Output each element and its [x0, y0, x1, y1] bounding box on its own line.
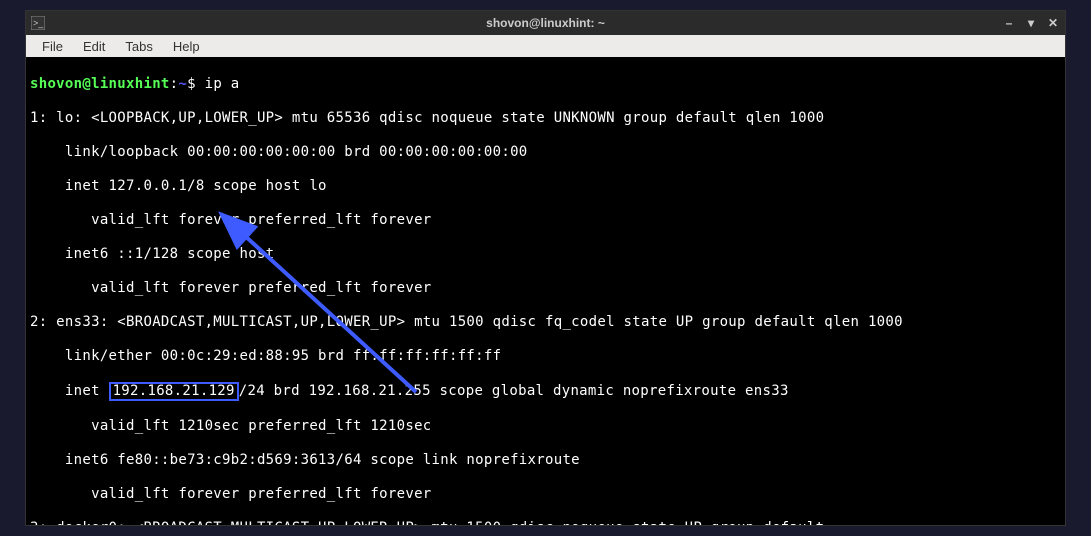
close-button[interactable]: ✕ [1045, 16, 1061, 30]
window-title: shovon@linuxhint: ~ [486, 16, 605, 30]
titlebar[interactable]: >_ shovon@linuxhint: ~ – ▾ ✕ [26, 11, 1065, 35]
terminal-line: link/ether 00:0c:29:ed:88:95 brd ff:ff:f… [30, 348, 1061, 365]
terminal-line: inet6 ::1/128 scope host [30, 246, 1061, 263]
prompt-user-host: shovon@linuxhint [30, 76, 170, 92]
terminal-line: valid_lft 1210sec preferred_lft 1210sec [30, 418, 1061, 435]
minimize-button[interactable]: – [1001, 16, 1017, 30]
terminal-line: link/loopback 00:00:00:00:00:00 brd 00:0… [30, 144, 1061, 161]
annotation-arrow-icon [206, 202, 436, 402]
terminal-line: shovon@linuxhint:~$ ip a [30, 76, 1061, 93]
terminal-line: 3: docker0: <BROADCAST,MULTICAST,UP,LOWE… [30, 520, 1061, 525]
terminal-line: 2: ens33: <BROADCAST,MULTICAST,UP,LOWER_… [30, 314, 1061, 331]
terminal-window: >_ shovon@linuxhint: ~ – ▾ ✕ File Edit T… [25, 10, 1066, 526]
terminal-line: inet 127.0.0.1/8 scope host lo [30, 178, 1061, 195]
terminal-line: valid_lft forever preferred_lft forever [30, 280, 1061, 297]
prompt-symbol: $ [187, 76, 196, 92]
menu-help[interactable]: Help [163, 37, 210, 56]
menu-file[interactable]: File [32, 37, 73, 56]
terminal-line: valid_lft forever preferred_lft forever [30, 486, 1061, 503]
command-text: ip a [205, 76, 240, 92]
line-prefix: inet [30, 383, 109, 399]
menu-tabs[interactable]: Tabs [115, 37, 162, 56]
window-controls: – ▾ ✕ [1001, 16, 1061, 30]
terminal-icon: >_ [30, 15, 46, 31]
svg-text:>_: >_ [33, 18, 44, 28]
line-suffix: /24 brd 192.168.21.255 scope global dyna… [239, 383, 789, 399]
terminal-output[interactable]: shovon@linuxhint:~$ ip a 1: lo: <LOOPBAC… [26, 57, 1065, 525]
terminal-line: 1: lo: <LOOPBACK,UP,LOWER_UP> mtu 65536 … [30, 110, 1061, 127]
terminal-line: inet 192.168.21.129/24 brd 192.168.21.25… [30, 382, 1061, 401]
terminal-line: inet6 fe80::be73:c9b2:d569:3613/64 scope… [30, 452, 1061, 469]
menu-edit[interactable]: Edit [73, 37, 115, 56]
maximize-button[interactable]: ▾ [1023, 16, 1039, 30]
menubar: File Edit Tabs Help [26, 35, 1065, 57]
terminal-line: valid_lft forever preferred_lft forever [30, 212, 1061, 229]
prompt-path: ~ [178, 76, 187, 92]
highlighted-ip: 192.168.21.129 [109, 382, 239, 401]
